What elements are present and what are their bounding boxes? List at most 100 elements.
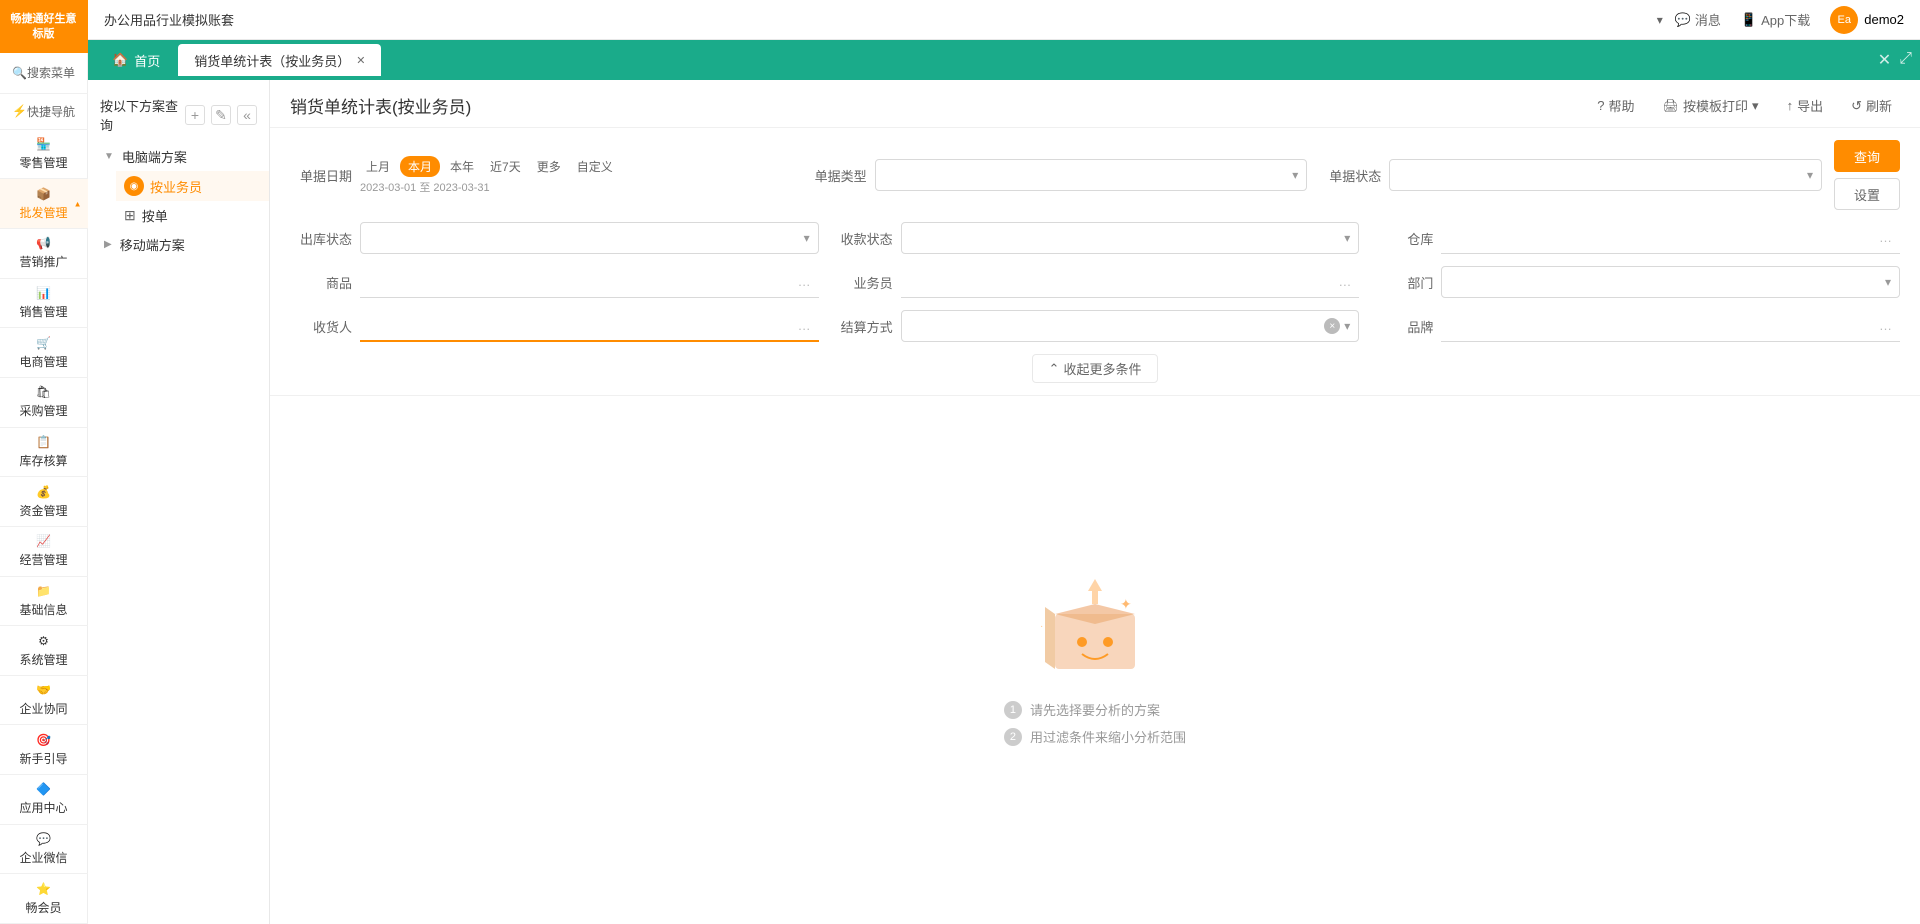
quick-nav-icon: ⚡ (12, 104, 27, 118)
collapse-panel-btn[interactable]: « (237, 105, 257, 125)
page-header: 销货单统计表(按业务员) ? 帮助 🖨 按模板打印 ▾ ↑ (270, 80, 1920, 128)
date-btn-last-month[interactable]: 上月 (360, 156, 396, 177)
system-icon: ⚙ (38, 634, 49, 648)
tab-home-label: 首页 (134, 51, 160, 70)
filter-type-field: 单据类型 ▾ (805, 159, 1308, 191)
sidebar-item-finance[interactable]: 💰 资金管理 (0, 477, 88, 527)
marketing-label: 营销推广 (19, 253, 67, 270)
receiver-dots: … (798, 318, 811, 333)
brand-dots: … (1879, 318, 1892, 333)
export-icon: ↑ (1787, 98, 1794, 113)
home-icon: 🏠 (112, 52, 128, 68)
date-btn-more[interactable]: 更多 (531, 156, 567, 177)
operation-icon: 📈 (36, 534, 51, 548)
tab-sales-stats[interactable]: 销货单统计表（按业务员） ✕ (178, 44, 381, 76)
export-btn[interactable]: ↑ 导出 (1779, 92, 1832, 119)
collapse-btn[interactable]: ⌃ 收起更多条件 (1032, 354, 1159, 383)
type-select[interactable]: ▾ (875, 159, 1308, 191)
date-btn-7days[interactable]: 近7天 (484, 156, 527, 177)
sidebar-item-member[interactable]: ⭐ 畅会员 (0, 874, 88, 924)
dept-label: 部门 (1371, 273, 1441, 292)
sidebar-item-basic[interactable]: 📁 基础信息 (0, 577, 88, 627)
tree-item-by-order[interactable]: ⊞ 按单 (116, 201, 269, 230)
filter-brand-field: 品牌 … (1371, 310, 1900, 342)
sidebar-item-sales[interactable]: 📊 销售管理 (0, 279, 88, 329)
topbar-icons: 💬 消息 📱 App下载 Ea demo2 (1675, 6, 1904, 34)
help-icon: ? (1597, 98, 1604, 113)
enterprise-label: 企业协同 (19, 700, 67, 717)
brand-input[interactable]: … (1441, 310, 1900, 342)
sidebar-item-appstore[interactable]: 🔷 应用中心 (0, 775, 88, 825)
date-input-wrapper: 上月 本月 本年 近7天 更多 自定义 2023-03-01 至 2023-03… (360, 156, 793, 195)
tree-item-pc[interactable]: ▼ 电脑端方案 (88, 142, 269, 171)
newuser-label: 新手引导 (19, 750, 67, 767)
sidebar-quick-nav[interactable]: ⚡ 快捷导航 (0, 94, 88, 130)
date-btn-this-month[interactable]: 本月 (400, 156, 440, 177)
purchase-icon: 🛍 (36, 385, 51, 399)
date-range-text: 2023-03-01 至 2023-03-31 (360, 179, 793, 195)
app-download-btn[interactable]: 📱 App下载 (1741, 10, 1810, 29)
tab-home[interactable]: 🏠 首页 (96, 44, 176, 76)
warehouse-dots: … (1879, 230, 1892, 245)
sidebar-item-operation[interactable]: 📈 经营管理 (0, 527, 88, 577)
type-label: 单据类型 (805, 166, 875, 185)
dept-select[interactable]: ▾ (1441, 266, 1900, 298)
payment-select[interactable]: × ▾ (901, 310, 1360, 342)
filter-row-4: 收货人 … 结算方式 × ▾ (290, 310, 1900, 342)
out-select[interactable]: ▾ (360, 222, 819, 254)
query-button[interactable]: 查询 (1834, 140, 1900, 172)
sidebar-item-newuser[interactable]: 🎯 新手引导 (0, 725, 88, 775)
add-scheme-btn[interactable]: + (185, 105, 205, 125)
refresh-btn[interactable]: ↺ 刷新 (1843, 92, 1900, 119)
settings-button[interactable]: 设置 (1834, 178, 1900, 210)
sidebar-item-ecommerce[interactable]: 🛒 电商管理 (0, 328, 88, 378)
search-label: 搜索菜单 (27, 64, 75, 81)
date-btn-custom[interactable]: 自定义 (571, 156, 619, 177)
goods-dots: … (798, 274, 811, 289)
help-btn[interactable]: ? 帮助 (1589, 92, 1642, 119)
window-expand-btn[interactable]: ⤢ (1899, 50, 1912, 70)
window-close-btn[interactable]: ✕ (1878, 50, 1891, 70)
tab-sales-stats-label: 销货单统计表（按业务员） (194, 51, 350, 70)
warehouse-input[interactable]: … (1441, 222, 1900, 254)
sidebar-item-retail[interactable]: 🏪 零售管理 (0, 130, 88, 180)
sidebar: 畅捷通好生意 标版 🔍 搜索菜单 ⚡ 快捷导航 🏪 零售管理 📦 批发管理 📢 … (0, 0, 88, 924)
tree-children-pc: ◉ 按业务员 ⊞ 按单 (88, 171, 269, 230)
content-area: 按以下方案查询 + ✎ « ▼ 电脑端方案 ◉ 按业务员 (88, 80, 1920, 924)
sidebar-item-marketing[interactable]: 📢 营销推广 (0, 229, 88, 279)
message-btn[interactable]: 💬 消息 (1675, 10, 1721, 29)
system-label: 系统管理 (19, 651, 67, 668)
brand-label: 品牌 (1371, 317, 1441, 336)
ecommerce-icon: 🛒 (36, 336, 51, 350)
sidebar-item-inventory[interactable]: 📋 库存核算 (0, 428, 88, 478)
staff-input[interactable]: … (901, 266, 1360, 298)
user-avatar-btn[interactable]: Ea demo2 (1830, 6, 1904, 34)
goods-label: 商品 (290, 273, 360, 292)
sidebar-item-wechat[interactable]: 💬 企业微信 (0, 825, 88, 875)
tab-close-icon[interactable]: ✕ (356, 54, 365, 67)
step-2-label: 用过滤条件来缩小分析范围 (1030, 727, 1186, 746)
receiver-input[interactable]: … (360, 310, 819, 342)
sidebar-item-system[interactable]: ⚙ 系统管理 (0, 626, 88, 676)
left-panel-header: 按以下方案查询 + ✎ « (88, 88, 269, 142)
print-btn[interactable]: 🖨 按模板打印 ▾ (1655, 92, 1767, 119)
sidebar-item-wholesale[interactable]: 📦 批发管理 (0, 179, 88, 229)
message-icon: 💬 (1675, 12, 1691, 28)
pay-select[interactable]: ▾ (901, 222, 1360, 254)
topbar-dropdown[interactable]: ▾ (1657, 13, 1663, 27)
goods-input[interactable]: … (360, 266, 819, 298)
payment-clear-btn[interactable]: × (1324, 318, 1340, 334)
edit-scheme-btn[interactable]: ✎ (211, 105, 231, 125)
empty-text: 1 请先选择要分析的方案 2 用过滤条件来缩小分析范围 (1004, 700, 1186, 746)
date-btn-this-year[interactable]: 本年 (444, 156, 480, 177)
tree-item-by-staff[interactable]: ◉ 按业务员 (116, 171, 269, 201)
empty-state: ✦ · 1 请先选择要分析的方案 2 用过滤条件来缩 (270, 396, 1920, 924)
status-select[interactable]: ▾ (1389, 159, 1822, 191)
enterprise-icon: 🤝 (36, 683, 51, 697)
wechat-label: 企业微信 (19, 849, 67, 866)
logo-text: 畅捷通好生意 (11, 12, 77, 26)
sidebar-item-purchase[interactable]: 🛍 采购管理 (0, 378, 88, 428)
tree-item-mobile[interactable]: ▶ 移动端方案 (88, 230, 269, 259)
sidebar-search[interactable]: 🔍 搜索菜单 (0, 53, 88, 93)
sidebar-item-enterprise[interactable]: 🤝 企业协同 (0, 676, 88, 726)
